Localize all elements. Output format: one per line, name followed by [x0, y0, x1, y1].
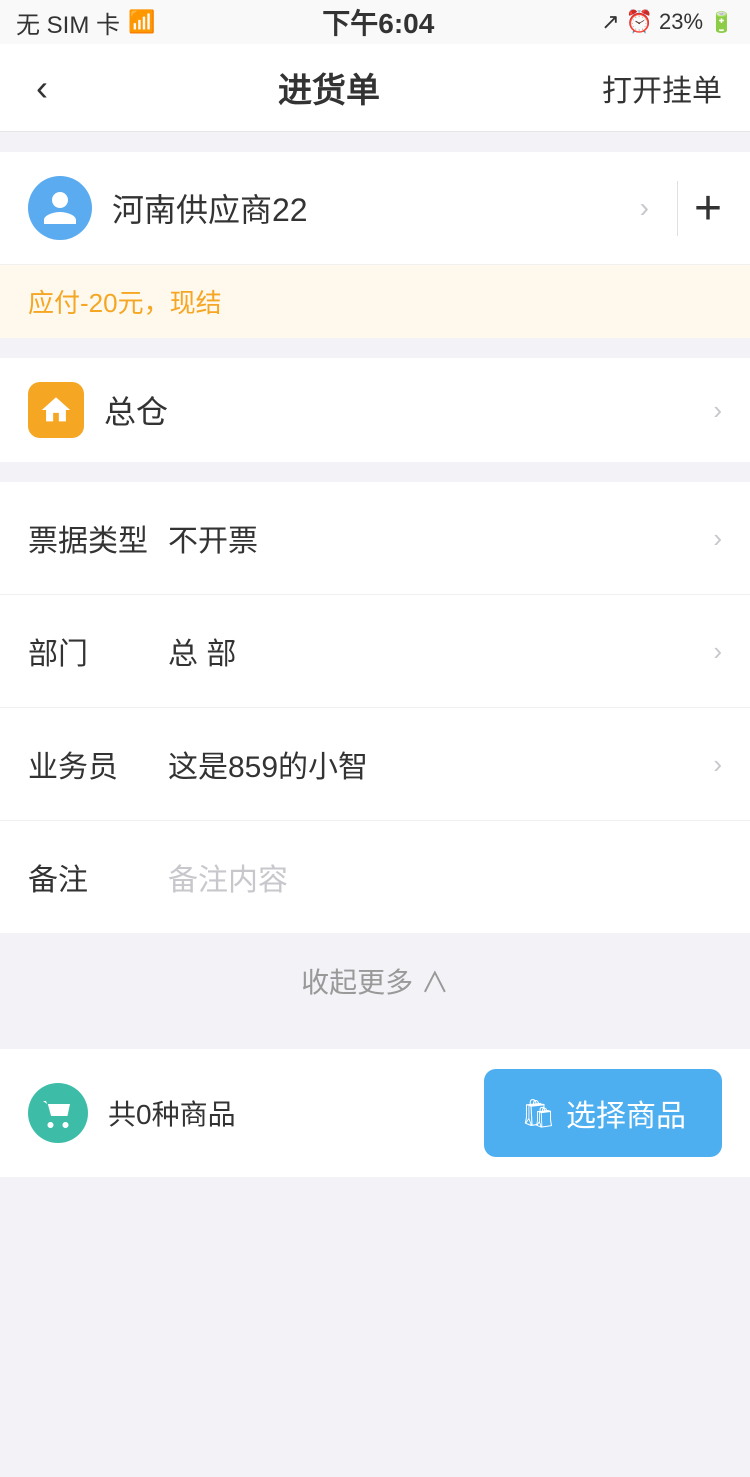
dept-chevron-icon: ›	[713, 636, 722, 667]
collapse-bar[interactable]: 收起更多 ∧	[0, 933, 750, 1029]
select-product-icon: 🛍	[520, 1097, 556, 1130]
nav-bar: ‹ 进货单 打开挂单	[0, 44, 750, 132]
supplier-chevron-icon: ›	[640, 192, 649, 224]
dept-label: 部门	[28, 629, 168, 673]
bottom-gray-area	[0, 1177, 750, 1477]
sales-value: 这是859的小智	[168, 742, 713, 786]
warehouse-row[interactable]: 总仓 ›	[0, 358, 750, 462]
sales-chevron-icon: ›	[713, 749, 722, 780]
person-icon	[40, 188, 80, 228]
gap-2	[0, 338, 750, 358]
status-time: 下午6:04	[322, 2, 434, 42]
invoice-row[interactable]: 票据类型 不开票 ›	[0, 482, 750, 595]
warehouse-home-icon	[39, 393, 73, 427]
open-pending-button[interactable]: 打开挂单	[602, 66, 722, 110]
sales-label: 业务员	[28, 742, 168, 786]
back-button[interactable]: ‹	[28, 59, 56, 117]
gap-1	[0, 132, 750, 152]
bottom-bar: 共0种商品 🛍 选择商品	[0, 1049, 750, 1177]
invoice-chevron-icon: ›	[713, 523, 722, 554]
status-left: 无 SIM 卡 📶	[16, 5, 155, 40]
warehouse-icon	[28, 382, 84, 438]
product-count-icon	[28, 1083, 88, 1143]
battery-text: 23%	[659, 9, 703, 35]
product-count-text: 共0种商品	[108, 1093, 464, 1133]
remark-input[interactable]: 备注内容	[168, 855, 722, 899]
select-product-label: 选择商品	[566, 1091, 686, 1135]
supplier-name: 河南供应商22	[112, 185, 640, 231]
warehouse-chevron-icon: ›	[713, 395, 722, 426]
add-supplier-button[interactable]: +	[677, 181, 722, 236]
supplier-avatar	[28, 176, 92, 240]
sales-row[interactable]: 业务员 这是859的小智 ›	[0, 708, 750, 821]
status-right: ↗ ⏰ 23% 🔋	[601, 9, 734, 35]
invoice-value: 不开票	[168, 516, 713, 560]
select-product-button[interactable]: 🛍 选择商品	[484, 1069, 722, 1157]
supplier-row[interactable]: 河南供应商22 › +	[0, 152, 750, 265]
wifi-icon: 📶	[128, 9, 155, 35]
form-card: 票据类型 不开票 › 部门 总 部 › 业务员 这是859的小智 › 备注 备注…	[0, 482, 750, 933]
cart-icon	[40, 1095, 76, 1131]
page-title: 进货单	[278, 63, 380, 112]
status-bar: 无 SIM 卡 📶 下午6:04 ↗ ⏰ 23% 🔋	[0, 0, 750, 44]
invoice-label: 票据类型	[28, 516, 168, 560]
notice-bar: 应付-20元，现结	[0, 265, 750, 338]
warehouse-name: 总仓	[104, 387, 713, 433]
supplier-card: 河南供应商22 › + 应付-20元，现结	[0, 152, 750, 338]
dept-value: 总 部	[168, 629, 713, 673]
dept-row[interactable]: 部门 总 部 ›	[0, 595, 750, 708]
alarm-icon: ⏰	[626, 9, 653, 35]
gap-3	[0, 462, 750, 482]
no-sim-text: 无 SIM 卡	[16, 5, 120, 40]
remark-row[interactable]: 备注 备注内容	[0, 821, 750, 933]
gap-4	[0, 1029, 750, 1049]
remark-label: 备注	[28, 855, 168, 899]
battery-icon: 🔋	[709, 10, 734, 35]
location-icon: ↗	[601, 9, 619, 35]
